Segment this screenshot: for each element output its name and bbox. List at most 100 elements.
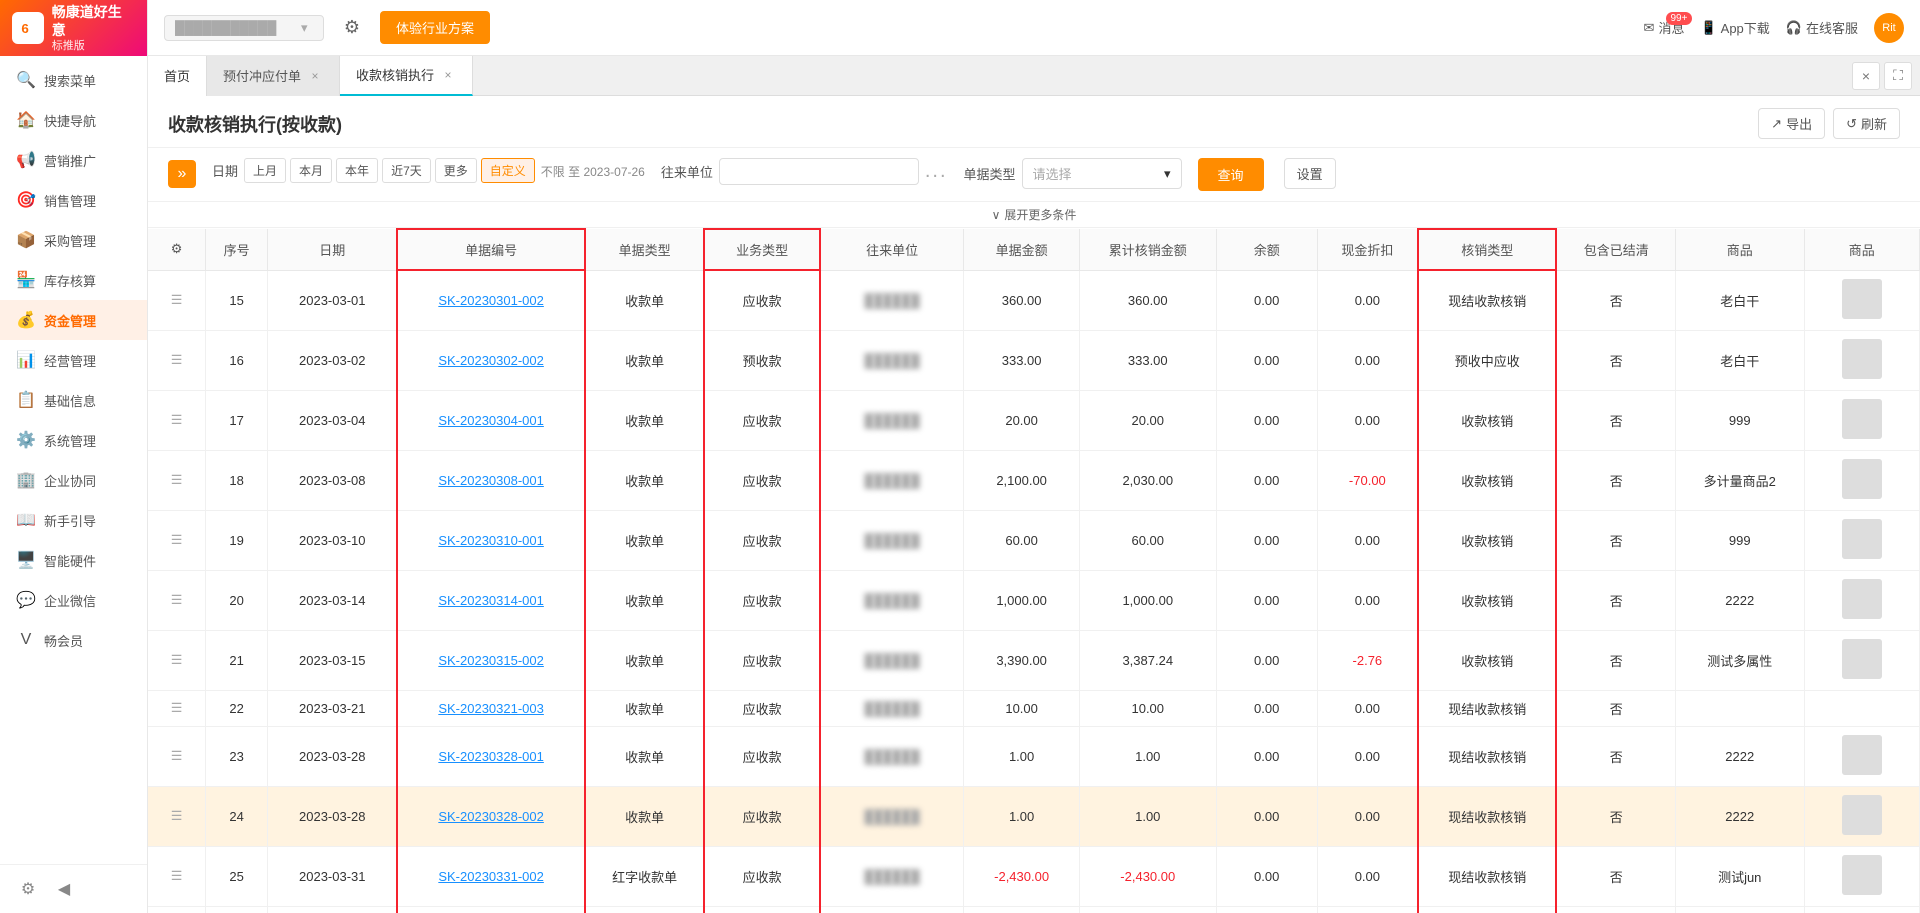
- tab-maximize-button[interactable]: ⛶: [1884, 62, 1912, 90]
- cell-doc-no[interactable]: SK-20230301-002: [397, 270, 584, 330]
- cell-actions[interactable]: ☰: [148, 726, 206, 786]
- setting-button[interactable]: 设置: [1284, 158, 1336, 189]
- expand-more-button[interactable]: ∨ 展开更多条件: [992, 206, 1077, 223]
- cell-actions[interactable]: ☰: [148, 630, 206, 690]
- row-action-icon[interactable]: ☰: [171, 412, 183, 427]
- cell-doc-no[interactable]: SK-20230328-001: [397, 726, 584, 786]
- row-action-icon[interactable]: ☰: [171, 592, 183, 607]
- tab-payment-cancel[interactable]: 收款核销执行 ×: [340, 56, 473, 96]
- col-header-counterparty[interactable]: 往来单位: [820, 229, 964, 270]
- col-header-biz-type[interactable]: 业务类型: [704, 229, 819, 270]
- sidebar-item-wechat[interactable]: 💬 企业微信: [0, 580, 147, 620]
- export-button[interactable]: ↗ 导出: [1758, 108, 1825, 139]
- sidebar-item-purchase[interactable]: 📦 采购管理: [0, 220, 147, 260]
- cell-doc-no[interactable]: SK-20230304-001: [397, 390, 584, 450]
- sidebar-item-vip[interactable]: V 畅会员: [0, 620, 147, 660]
- col-header-goods2[interactable]: 商品: [1804, 229, 1919, 270]
- tab-close-button[interactable]: ×: [1852, 62, 1880, 90]
- tab-home[interactable]: 首页: [148, 56, 207, 96]
- sidebar-item-sales[interactable]: 🎯 销售管理: [0, 180, 147, 220]
- tab-payment-apply[interactable]: 预付冲应付单 ×: [207, 56, 340, 96]
- filter-date-this-month[interactable]: 本月: [290, 158, 332, 183]
- cell-actions[interactable]: ☰: [148, 330, 206, 390]
- sidebar-item-fund[interactable]: 💰 资金管理: [0, 300, 147, 340]
- filter-date-custom[interactable]: 自定义: [481, 158, 535, 183]
- cell-doc-no[interactable]: SK-20230302-002: [397, 330, 584, 390]
- cell-actions[interactable]: ☰: [148, 906, 206, 913]
- cell-actions[interactable]: ☰: [148, 786, 206, 846]
- online-service-link[interactable]: 🎧 在线客服: [1786, 18, 1858, 37]
- sidebar-item-search[interactable]: 🔍 搜索菜单: [0, 60, 147, 100]
- doc-no-link[interactable]: SK-20230328-002: [438, 809, 544, 824]
- sidebar-item-hardware[interactable]: 🖥️ 智能硬件: [0, 540, 147, 580]
- cell-doc-no[interactable]: SK-20230331-002: [397, 846, 584, 906]
- sidebar-item-operation[interactable]: 📊 经营管理: [0, 340, 147, 380]
- collapse-icon[interactable]: ◀: [52, 877, 76, 901]
- tab-payment-apply-close[interactable]: ×: [307, 68, 323, 84]
- col-header-cancel-type[interactable]: 核销类型: [1418, 229, 1556, 270]
- doc-type-select[interactable]: 请选择 ▾: [1022, 158, 1182, 189]
- row-action-icon[interactable]: ☰: [171, 652, 183, 667]
- col-header-doc-amount[interactable]: 单据金额: [964, 229, 1079, 270]
- doc-no-link[interactable]: SK-20230301-002: [438, 293, 544, 308]
- cell-doc-no[interactable]: SK-20230314-001: [397, 570, 584, 630]
- doc-no-link[interactable]: SK-20230315-002: [438, 653, 544, 668]
- cell-actions[interactable]: ☰: [148, 846, 206, 906]
- counterparty-input[interactable]: [719, 158, 919, 185]
- company-selector[interactable]: ███████████ ▾: [164, 15, 324, 41]
- filter-toggle-button[interactable]: »: [168, 160, 196, 188]
- cell-doc-no[interactable]: SK-20230315-002: [397, 630, 584, 690]
- row-action-icon[interactable]: ☰: [171, 352, 183, 367]
- cell-actions[interactable]: ☰: [148, 570, 206, 630]
- filter-date-this-year[interactable]: 本年: [336, 158, 378, 183]
- settings-icon[interactable]: ⚙: [16, 877, 40, 901]
- filter-date-last-month[interactable]: 上月: [244, 158, 286, 183]
- tab-payment-cancel-close[interactable]: ×: [440, 67, 456, 83]
- query-button[interactable]: 查询: [1198, 158, 1264, 191]
- row-action-icon[interactable]: ☰: [171, 868, 183, 883]
- cell-actions[interactable]: ☰: [148, 270, 206, 330]
- col-header-balance[interactable]: 余额: [1216, 229, 1317, 270]
- row-action-icon[interactable]: ☰: [171, 292, 183, 307]
- sidebar-item-quick[interactable]: 🏠 快捷导航: [0, 100, 147, 140]
- cell-actions[interactable]: ☰: [148, 450, 206, 510]
- sidebar-item-basic[interactable]: 📋 基础信息: [0, 380, 147, 420]
- sidebar-item-enterprise[interactable]: 🏢 企业协同: [0, 460, 147, 500]
- app-download-link[interactable]: 📱 App下载: [1700, 18, 1769, 37]
- refresh-button[interactable]: ↺ 刷新: [1833, 108, 1900, 139]
- sidebar-item-marketing[interactable]: 📢 营销推广: [0, 140, 147, 180]
- doc-no-link[interactable]: SK-20230310-001: [438, 533, 544, 548]
- col-header-include-settled[interactable]: 包含已结清: [1556, 229, 1675, 270]
- cell-doc-no[interactable]: SK-20230310-001: [397, 510, 584, 570]
- row-action-icon[interactable]: ☰: [171, 808, 183, 823]
- col-header-cash-discount[interactable]: 现金折扣: [1317, 229, 1418, 270]
- col-header-date[interactable]: 日期: [268, 229, 398, 270]
- sidebar-item-system[interactable]: ⚙️ 系统管理: [0, 420, 147, 460]
- row-action-icon[interactable]: ☰: [171, 532, 183, 547]
- cell-actions[interactable]: ☰: [148, 510, 206, 570]
- cell-doc-no[interactable]: SK-20230321-003: [397, 690, 584, 726]
- col-header-doc-no[interactable]: 单据编号: [397, 229, 584, 270]
- row-action-icon[interactable]: ☰: [171, 472, 183, 487]
- col-header-gear[interactable]: ⚙: [148, 229, 206, 270]
- doc-no-link[interactable]: SK-20230308-001: [438, 473, 544, 488]
- cell-doc-no[interactable]: SK-20230308-001: [397, 450, 584, 510]
- col-header-goods[interactable]: 商品: [1675, 229, 1804, 270]
- gear-icon[interactable]: ⚙: [336, 12, 368, 44]
- col-header-doc-type[interactable]: 单据类型: [585, 229, 705, 270]
- doc-no-link[interactable]: SK-20230314-001: [438, 593, 544, 608]
- filter-date-7days[interactable]: 近7天: [382, 158, 431, 183]
- doc-no-link[interactable]: SK-20230302-002: [438, 353, 544, 368]
- col-header-cancel-amount[interactable]: 累计核销金额: [1079, 229, 1216, 270]
- row-action-icon[interactable]: ☰: [171, 700, 183, 715]
- industry-solution-button[interactable]: 体验行业方案: [380, 11, 490, 44]
- cell-actions[interactable]: ☰: [148, 390, 206, 450]
- sidebar-item-guide[interactable]: 📖 新手引导: [0, 500, 147, 540]
- sidebar-item-inventory[interactable]: 🏪 库存核算: [0, 260, 147, 300]
- doc-no-link[interactable]: SK-20230331-002: [438, 869, 544, 884]
- filter-date-more[interactable]: 更多: [435, 158, 477, 183]
- doc-no-link[interactable]: SK-20230321-003: [438, 701, 544, 716]
- cell-actions[interactable]: ☰: [148, 690, 206, 726]
- doc-no-link[interactable]: SK-20230304-001: [438, 413, 544, 428]
- cell-doc-no[interactable]: SK-20230328-002: [397, 786, 584, 846]
